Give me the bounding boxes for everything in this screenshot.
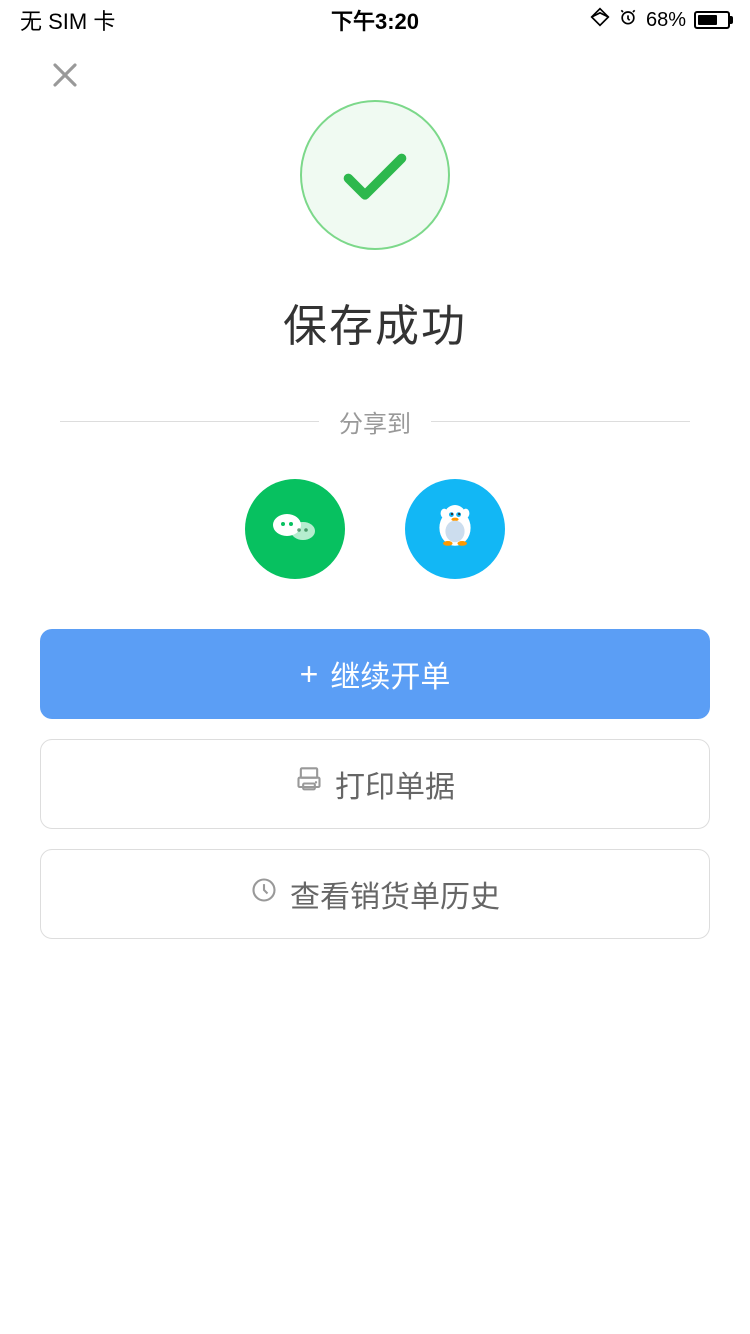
history-label: 查看销货单历史 [290, 872, 500, 916]
location-icon [590, 7, 610, 33]
action-buttons: + 继续开单 打印单据 查看销货单历史 [0, 629, 750, 939]
success-icon-circle [300, 100, 450, 250]
continue-button[interactable]: + 继续开单 [40, 629, 710, 719]
print-icon [295, 766, 323, 802]
share-divider: 分享到 [0, 404, 750, 439]
wechat-share-button[interactable] [245, 479, 345, 579]
status-bar-left: 无 SIM 卡 [20, 4, 123, 36]
history-button[interactable]: 查看销货单历史 [40, 849, 710, 939]
main-content: 保存成功 分享到 [0, 40, 750, 939]
success-title: 保存成功 [283, 290, 467, 354]
share-label: 分享到 [339, 404, 411, 439]
continue-label: 继续开单 [330, 652, 450, 696]
qq-share-button[interactable] [405, 479, 505, 579]
battery-indicator [694, 11, 730, 29]
status-bar-right: 68% [590, 7, 730, 33]
alarm-icon [618, 7, 638, 33]
print-button[interactable]: 打印单据 [40, 739, 710, 829]
status-bar-time: 下午3:20 [331, 4, 419, 36]
continue-icon: + [300, 656, 319, 693]
divider-left [60, 421, 319, 422]
status-bar: 无 SIM 卡 下午3:20 68% [0, 0, 750, 40]
history-icon [250, 876, 278, 912]
share-section: 分享到 [0, 404, 750, 579]
divider-right [431, 421, 690, 422]
share-icons-row [245, 479, 505, 579]
close-button[interactable] [40, 50, 90, 100]
print-label: 打印单据 [335, 762, 455, 806]
battery-percentage: 68% [646, 9, 686, 32]
sim-status: 无 SIM 卡 [20, 4, 115, 36]
